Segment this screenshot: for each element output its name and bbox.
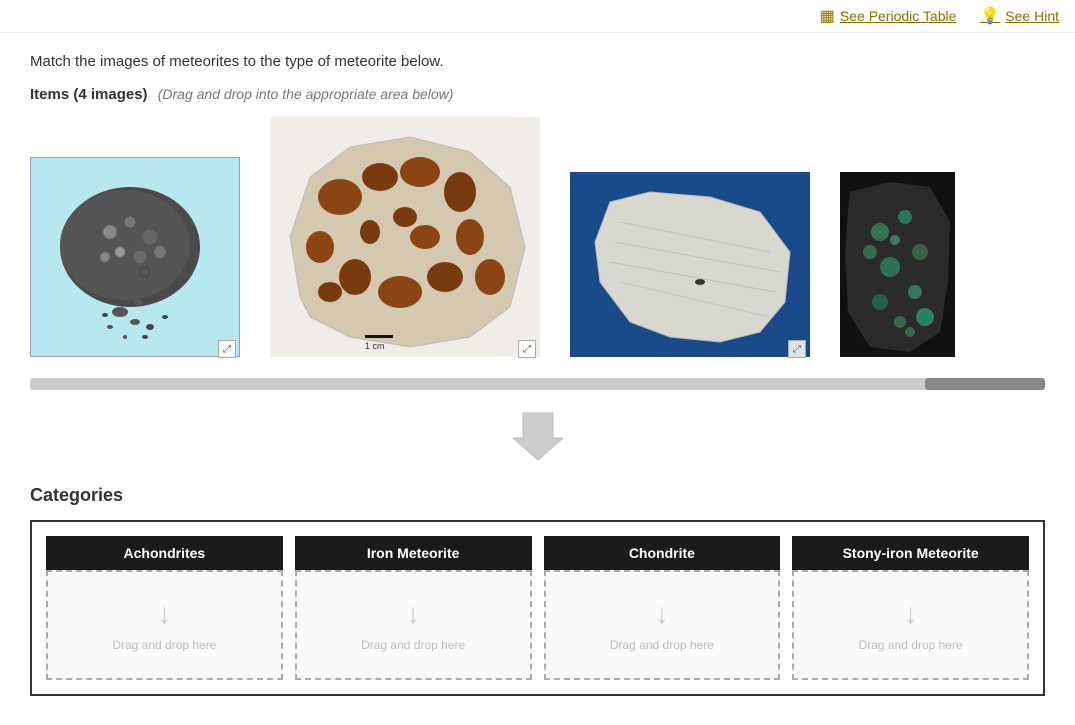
category-stony-iron: Stony-iron Meteorite ↓ Drag and drop her… [792, 536, 1029, 680]
categories-title: Categories [30, 485, 1045, 506]
hint-link[interactable]: 💡 See Hint [980, 6, 1059, 26]
periodic-table-label: See Periodic Table [840, 8, 956, 24]
expand-icon-3[interactable]: ⤢ [788, 340, 806, 358]
expand-icon-1[interactable]: ⤢ [218, 340, 236, 358]
meteorite-image-4[interactable] [840, 172, 955, 362]
categories-container: Achondrites ↓ Drag and drop here Iron Me… [30, 520, 1045, 696]
expand-icon-2[interactable]: ⤢ [518, 340, 536, 358]
periodic-table-link[interactable]: ▦ See Periodic Table [820, 6, 957, 26]
category-header-iron: Iron Meteorite [295, 536, 532, 570]
meteorite-svg-3 [570, 172, 810, 357]
periodic-table-icon: ▦ [820, 6, 835, 26]
scroll-bar[interactable] [30, 378, 1045, 390]
meteorite-svg-2: 1 cm [270, 117, 540, 357]
category-achondrites: Achondrites ↓ Drag and drop here [46, 536, 283, 680]
meteorite-image-1[interactable]: ⤢ [30, 157, 240, 362]
drop-zone-achondrites[interactable]: ↓ Drag and drop here [46, 570, 283, 680]
instruction-text: Match the images of meteorites to the ty… [30, 53, 1045, 70]
meteorite-svg-1 [30, 157, 240, 357]
svg-text:1 cm: 1 cm [365, 341, 385, 351]
category-header-chondrite: Chondrite [544, 536, 781, 570]
images-row: ⤢ [30, 117, 1045, 362]
scroll-thumb[interactable] [925, 378, 1045, 390]
drop-label-stony-iron: Drag and drop here [859, 638, 963, 652]
meteorite-image-2[interactable]: 1 cm ⤢ [270, 117, 540, 362]
drop-zone-stony-iron[interactable]: ↓ Drag and drop here [792, 570, 1029, 680]
drop-label-achondrites: Drag and drop here [112, 638, 216, 652]
items-header: Items (4 images) (Drag and drop into the… [30, 86, 1045, 103]
hint-label: See Hint [1005, 8, 1059, 24]
down-arrow-section [0, 390, 1075, 485]
category-iron-meteorite: Iron Meteorite ↓ Drag and drop here [295, 536, 532, 680]
meteorite-image-3[interactable]: ⤢ [570, 172, 810, 362]
down-arrow-icon [513, 408, 563, 463]
drop-label-iron: Drag and drop here [361, 638, 465, 652]
category-header-stony-iron: Stony-iron Meteorite [792, 536, 1029, 570]
top-bar: ▦ See Periodic Table 💡 See Hint [0, 0, 1075, 33]
drop-arrow-chondrite: ↓ [655, 598, 669, 630]
meteorite-svg-4 [840, 172, 955, 357]
drop-arrow-stony-iron: ↓ [904, 598, 918, 630]
drop-arrow-achondrites: ↓ [157, 598, 171, 630]
drop-zone-iron[interactable]: ↓ Drag and drop here [295, 570, 532, 680]
drop-label-chondrite: Drag and drop here [610, 638, 714, 652]
categories-section: Categories Achondrites ↓ Drag and drop h… [0, 485, 1075, 716]
hint-icon: 💡 [980, 6, 1000, 26]
category-header-achondrites: Achondrites [46, 536, 283, 570]
drop-zone-chondrite[interactable]: ↓ Drag and drop here [544, 570, 781, 680]
drop-arrow-iron: ↓ [406, 598, 420, 630]
items-subtitle: (Drag and drop into the appropriate area… [158, 86, 454, 102]
category-chondrite: Chondrite ↓ Drag and drop here [544, 536, 781, 680]
main-content: Match the images of meteorites to the ty… [0, 33, 1075, 390]
